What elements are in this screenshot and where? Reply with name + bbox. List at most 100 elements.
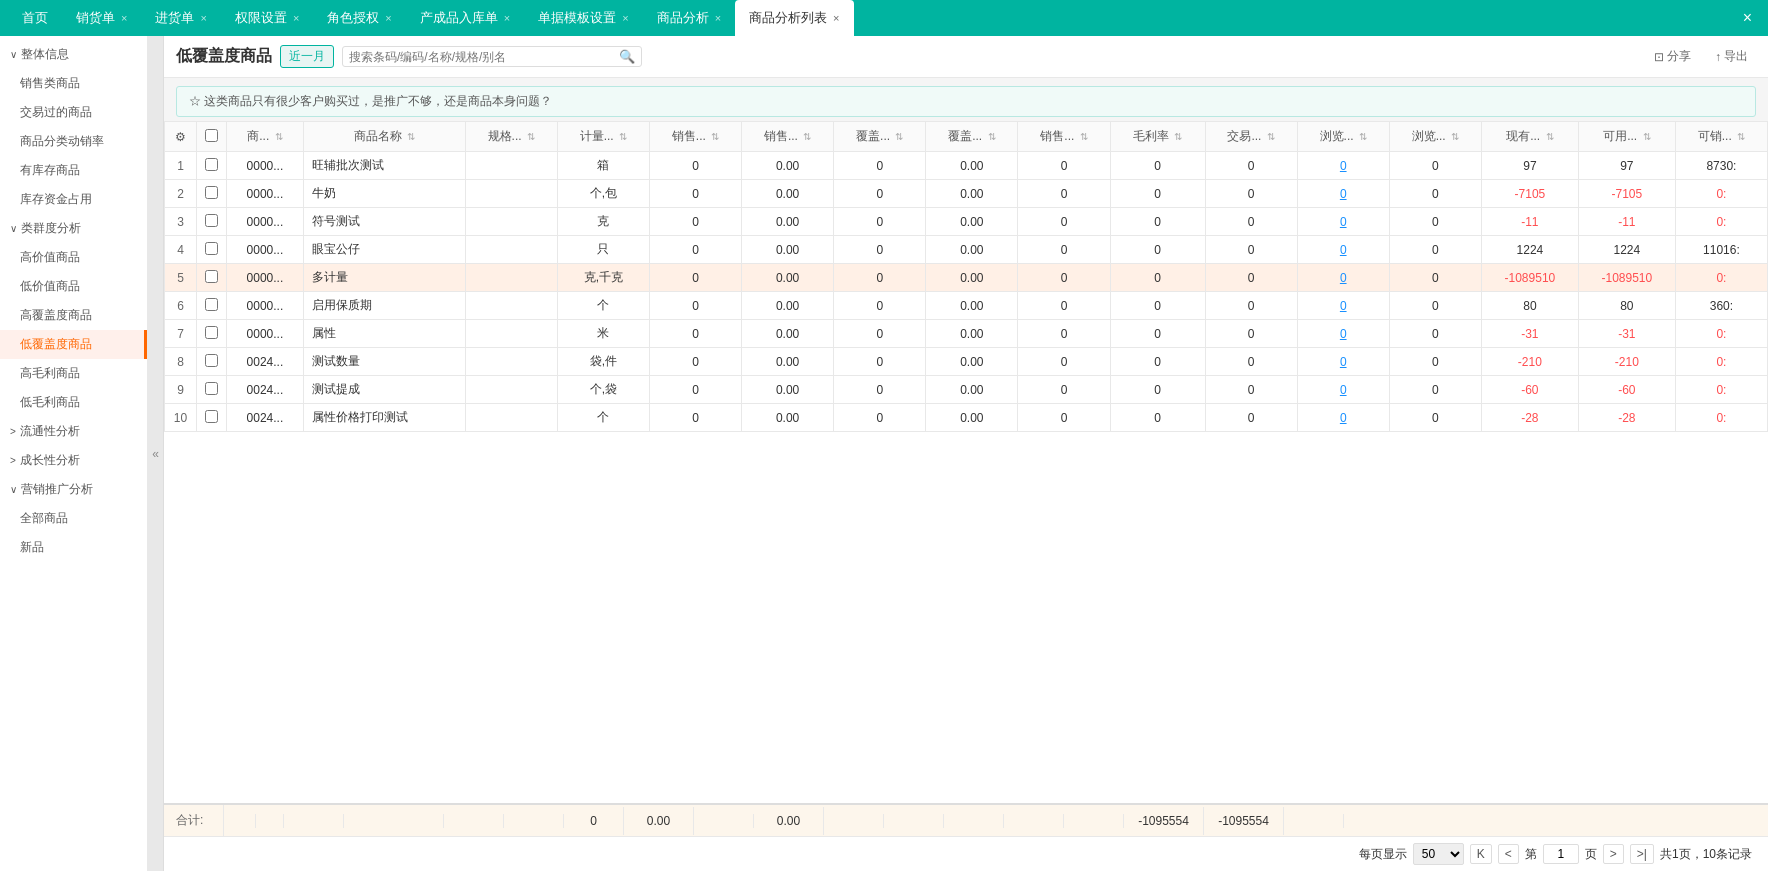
row-checkbox-input[interactable] <box>205 298 218 311</box>
col-unit[interactable]: 计量... ⇅ <box>557 122 649 152</box>
col-current[interactable]: 现有... ⇅ <box>1481 122 1578 152</box>
col-sales-qty[interactable]: 销售... ⇅ <box>649 122 741 152</box>
sidebar-section-marketing[interactable]: ∨ 营销推广分析 <box>0 475 147 504</box>
search-input[interactable] <box>349 50 619 64</box>
nav-production[interactable]: 产成品入库单 × <box>406 0 524 36</box>
row-checkbox[interactable] <box>197 320 227 348</box>
row-checkbox-input[interactable] <box>205 354 218 367</box>
col-checkbox-header[interactable] <box>197 122 227 152</box>
row-checkbox-input[interactable] <box>205 242 218 255</box>
col-trade[interactable]: 交易... ⇅ <box>1205 122 1297 152</box>
col-gear[interactable]: ⚙ <box>165 122 197 152</box>
sidebar-item-low-value[interactable]: 低价值商品 <box>0 272 147 301</box>
row-browse1[interactable]: 0 <box>1297 208 1389 236</box>
nav-goods-analysis[interactable]: 商品分析 × <box>643 0 735 36</box>
col-saleable[interactable]: 可销... ⇅ <box>1675 122 1767 152</box>
row-browse1[interactable]: 0 <box>1297 292 1389 320</box>
col-cover1[interactable]: 覆盖... ⇅ <box>834 122 926 152</box>
row-gear[interactable]: 8 <box>165 348 197 376</box>
col-spec[interactable]: 规格... ⇅ <box>465 122 557 152</box>
row-checkbox[interactable] <box>197 208 227 236</box>
nav-sales[interactable]: 销货单 × <box>62 0 141 36</box>
per-page-select[interactable]: 50 10 20 100 <box>1413 843 1464 865</box>
row-browse1[interactable]: 0 <box>1297 404 1389 432</box>
sidebar-item-all-goods[interactable]: 全部商品 <box>0 504 147 533</box>
col-browse1[interactable]: 浏览... ⇅ <box>1297 122 1389 152</box>
row-browse1[interactable]: 0 <box>1297 236 1389 264</box>
export-btn[interactable]: ↑ 导出 <box>1707 44 1756 69</box>
sidebar-item-low-coverage[interactable]: 低覆盖度商品 <box>0 330 147 359</box>
row-browse1[interactable]: 0 <box>1297 264 1389 292</box>
row-checkbox[interactable] <box>197 404 227 432</box>
sidebar-item-category-rate[interactable]: 商品分类动销率 <box>0 127 147 156</box>
row-checkbox[interactable] <box>197 348 227 376</box>
prev-page-btn[interactable]: < <box>1498 844 1519 864</box>
sidebar-item-high-value[interactable]: 高价值商品 <box>0 243 147 272</box>
nav-sales-close[interactable]: × <box>121 0 127 36</box>
sidebar-item-high-profit[interactable]: 高毛利商品 <box>0 359 147 388</box>
row-browse1[interactable]: 0 <box>1297 180 1389 208</box>
nav-template[interactable]: 单据模板设置 × <box>524 0 642 36</box>
sidebar-section-growth[interactable]: > 成长性分析 <box>0 446 147 475</box>
col-browse2[interactable]: 浏览... ⇅ <box>1389 122 1481 152</box>
row-checkbox[interactable] <box>197 152 227 180</box>
row-gear[interactable]: 3 <box>165 208 197 236</box>
nav-goods-analysis-list-close[interactable]: × <box>833 0 839 36</box>
window-close-btn[interactable]: × <box>1735 9 1760 27</box>
sidebar-collapse-btn[interactable]: « <box>148 36 164 871</box>
nav-template-close[interactable]: × <box>622 0 628 36</box>
sidebar-item-stock-capital[interactable]: 库存资金占用 <box>0 185 147 214</box>
nav-home[interactable]: 首页 <box>8 0 62 36</box>
sidebar-item-new-goods[interactable]: 新品 <box>0 533 147 562</box>
row-browse1[interactable]: 0 <box>1297 320 1389 348</box>
nav-production-close[interactable]: × <box>504 0 510 36</box>
nav-role-close[interactable]: × <box>385 0 391 36</box>
row-browse1[interactable]: 0 <box>1297 152 1389 180</box>
row-checkbox[interactable] <box>197 236 227 264</box>
row-browse1[interactable]: 0 <box>1297 376 1389 404</box>
row-gear[interactable]: 5 <box>165 264 197 292</box>
first-page-btn[interactable]: K <box>1470 844 1492 864</box>
nav-permission[interactable]: 权限设置 × <box>221 0 313 36</box>
row-checkbox-input[interactable] <box>205 382 218 395</box>
nav-permission-close[interactable]: × <box>293 0 299 36</box>
row-checkbox-input[interactable] <box>205 214 218 227</box>
sidebar-item-low-profit[interactable]: 低毛利商品 <box>0 388 147 417</box>
select-all-checkbox[interactable] <box>205 129 218 142</box>
col-sales-amt[interactable]: 销售... ⇅ <box>742 122 834 152</box>
row-gear[interactable]: 1 <box>165 152 197 180</box>
row-checkbox-input[interactable] <box>205 158 218 171</box>
row-checkbox[interactable] <box>197 264 227 292</box>
nav-purchase-close[interactable]: × <box>200 0 206 36</box>
nav-role[interactable]: 角色授权 × <box>313 0 405 36</box>
nav-goods-analysis-list[interactable]: 商品分析列表 × <box>735 0 853 36</box>
filter-recent-btn[interactable]: 近一月 <box>280 45 334 68</box>
last-page-btn[interactable]: >| <box>1630 844 1654 864</box>
row-checkbox-input[interactable] <box>205 410 218 423</box>
sidebar-section-liquidity[interactable]: > 流通性分析 <box>0 417 147 446</box>
col-name[interactable]: 商品名称 ⇅ <box>303 122 465 152</box>
row-browse1[interactable]: 0 <box>1297 348 1389 376</box>
row-checkbox-input[interactable] <box>205 270 218 283</box>
row-checkbox-input[interactable] <box>205 326 218 339</box>
sidebar-section-overall[interactable]: ∨ 整体信息 <box>0 40 147 69</box>
nav-goods-analysis-close[interactable]: × <box>715 0 721 36</box>
col-code[interactable]: 商... ⇅ <box>227 122 304 152</box>
col-gross-rate[interactable]: 毛利率 ⇅ <box>1110 122 1205 152</box>
row-checkbox[interactable] <box>197 376 227 404</box>
row-checkbox[interactable] <box>197 292 227 320</box>
row-gear[interactable]: 6 <box>165 292 197 320</box>
row-gear[interactable]: 2 <box>165 180 197 208</box>
sidebar-item-traded-goods[interactable]: 交易过的商品 <box>0 98 147 127</box>
sidebar-section-cluster[interactable]: ∨ 类群度分析 <box>0 214 147 243</box>
col-available[interactable]: 可用... ⇅ <box>1578 122 1675 152</box>
share-btn[interactable]: ⊡ 分享 <box>1646 44 1699 69</box>
nav-purchase[interactable]: 进货单 × <box>141 0 220 36</box>
page-input[interactable] <box>1543 844 1579 864</box>
row-gear[interactable]: 7 <box>165 320 197 348</box>
sidebar-item-high-coverage[interactable]: 高覆盖度商品 <box>0 301 147 330</box>
row-gear[interactable]: 9 <box>165 376 197 404</box>
row-gear[interactable]: 10 <box>165 404 197 432</box>
row-checkbox-input[interactable] <box>205 186 218 199</box>
sidebar-item-stocked-goods[interactable]: 有库存商品 <box>0 156 147 185</box>
